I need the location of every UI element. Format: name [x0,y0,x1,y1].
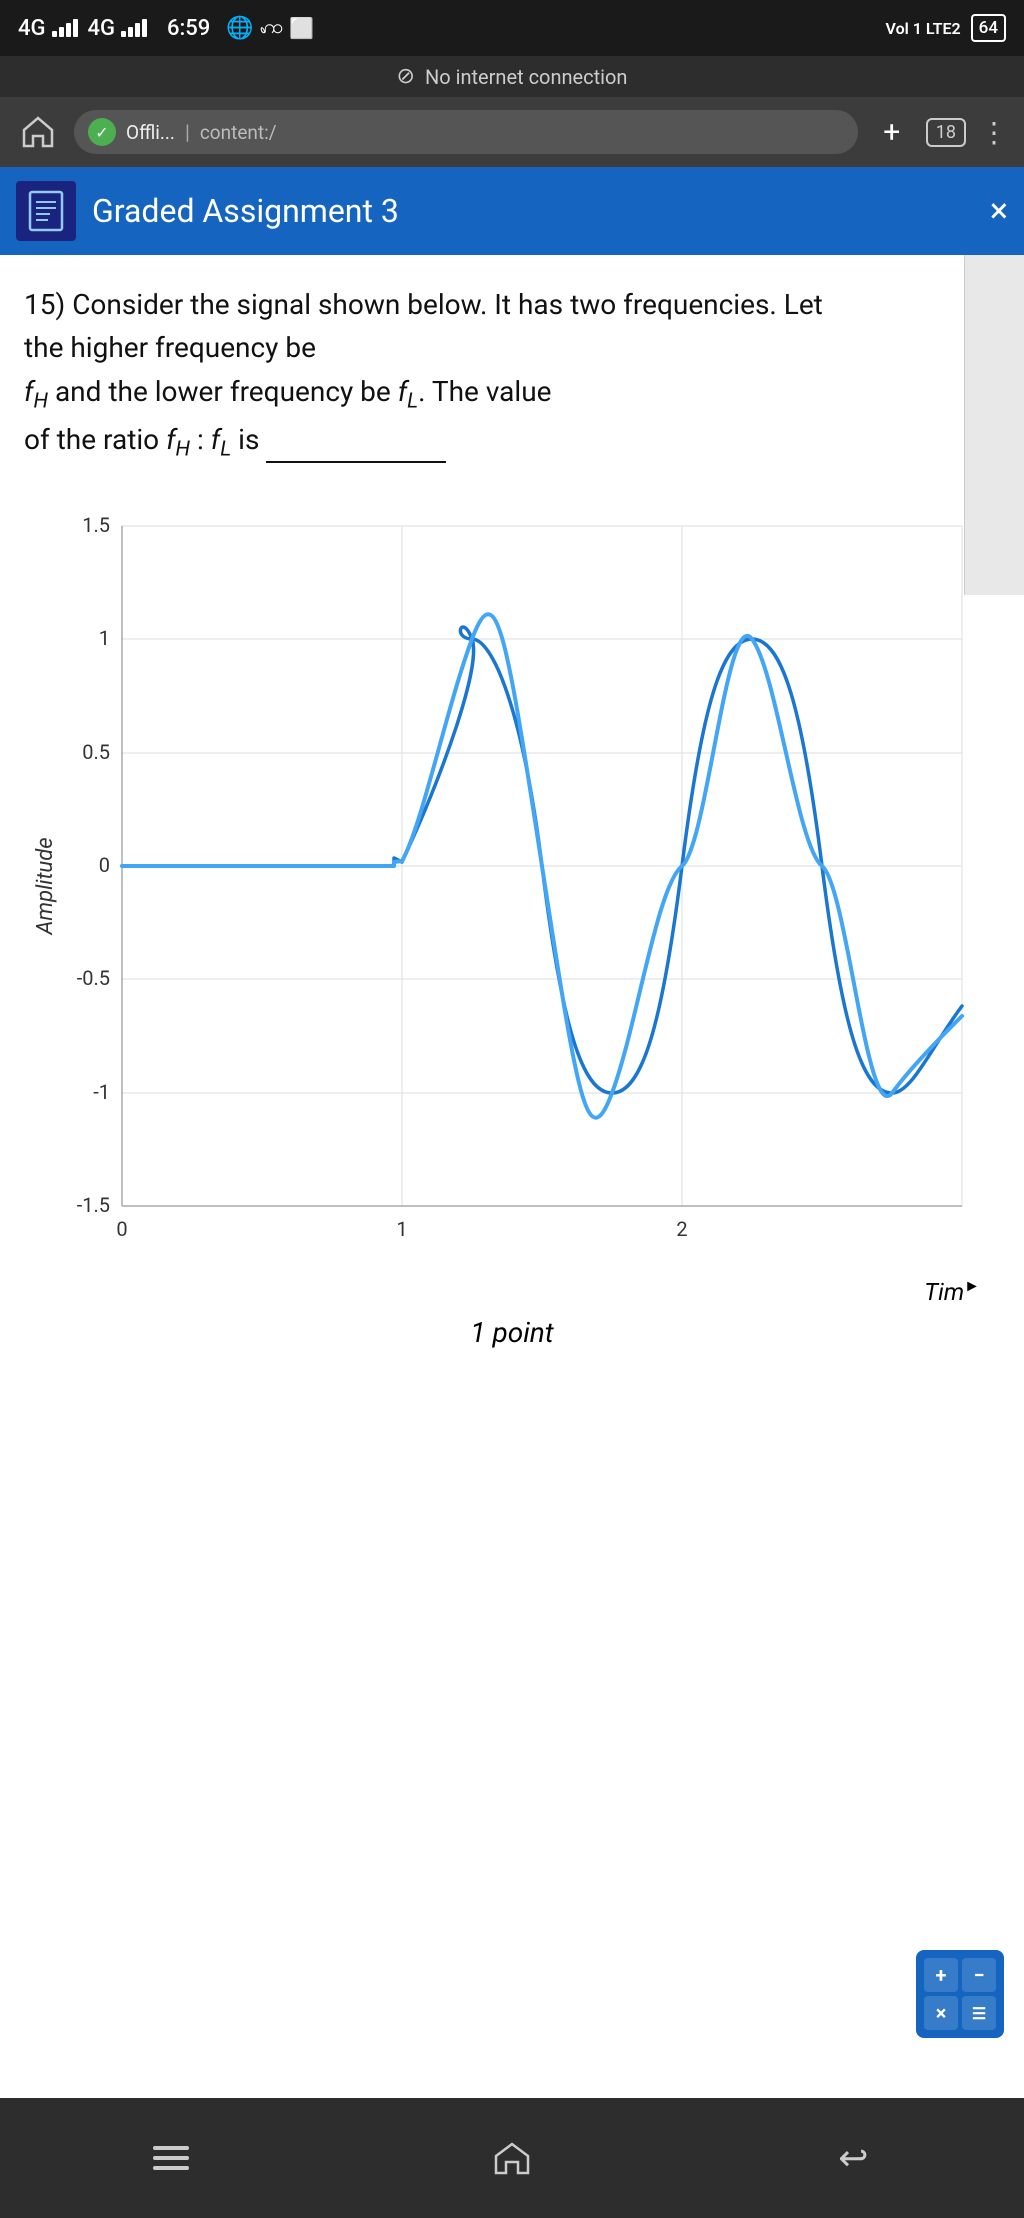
answer-blank [266,461,446,463]
fL-subscript: L [407,389,418,413]
question-text-2: and the lower frequency be [55,375,398,408]
back-arrow-icon: ↩ [838,2137,868,2179]
bottom-navigation: ↩ [0,2098,1024,2218]
question-text-fH-prefix: fH [24,375,55,408]
main-content: 15) Consider the signal shown below. It … [0,255,1024,2155]
hamburger-menu-button[interactable] [121,2128,221,2188]
chart-wrap: Amplitude 1.5 1 0.5 0 -0.5 -1 [32,506,992,1286]
x-tick-2: 2 [676,1217,687,1241]
question-text-3: . The value [418,375,551,408]
y-tick-1: 1 [99,626,110,650]
fL-ratio-subscript: L [220,438,231,462]
new-tab-button[interactable]: + [872,115,912,150]
url-label: content:/ [200,121,277,144]
question-text-3b: of the ratio [24,423,166,456]
home-button[interactable] [462,2128,562,2188]
fH-ratio-symbol: f [166,423,175,456]
signal-chart: Amplitude 1.5 1 0.5 0 -0.5 -1 [32,506,992,1286]
y-axis-label: Amplitude [33,838,58,936]
no-wifi-icon: ⊘ [397,64,415,89]
no-internet-message: No internet connection [425,65,628,89]
screenshot-icon: ⬜ [289,16,314,40]
no-internet-bar: ⊘ No internet connection [0,56,1024,97]
x-tick-1: 1 [396,1217,407,1241]
document-icon [16,181,76,241]
document-title: Graded Assignment 3 [92,192,990,230]
document-header: Graded Assignment 3 × [0,167,1024,255]
calc-plus-button[interactable]: + [924,1958,958,1992]
browser-chrome: ✓ Offli... | content:/ + 18 ⋮ [0,97,1024,167]
time-label: 6:59 [167,16,210,41]
lte-label: Vol 1 LTE2 [886,19,961,38]
calculator-fab[interactable]: + − × ☰ [916,1950,1004,2038]
signal-bars-1 [52,19,78,37]
address-divider: | [185,120,190,144]
home-icon [492,2140,532,2176]
more-menu-button[interactable]: ⋮ [980,116,1008,149]
browser-home-button[interactable] [16,110,60,154]
y-tick-neg0-5: -0.5 [77,966,110,990]
question-text-4: is [238,423,266,456]
nfc-icon: ꩲ [260,13,284,43]
y-tick-neg1: -1 [93,1080,110,1104]
y-tick-0-5: 0.5 [82,740,110,764]
x-tick-0: 0 [116,1217,127,1241]
site-label: Offli... [126,121,175,144]
tabs-count-badge[interactable]: 18 [926,118,966,147]
y-tick-0: 0 [99,853,110,877]
ratio-colon: : [197,423,211,456]
status-bar: 4G 4G 6:59 🌐 ꩲ ⬜ Vol 1 LTE2 64 [0,0,1024,56]
y-tick-neg1-5: -1.5 [77,1193,110,1217]
fL-symbol: f [398,375,407,408]
hamburger-icon [153,2146,189,2170]
one-point-label: 1 point [24,1316,1000,1379]
chart-container: Amplitude 1.5 1 0.5 0 -0.5 -1 [24,506,1000,1286]
point-text: 1 point [470,1316,553,1349]
fH-subscript: H [33,389,48,413]
status-right: Vol 1 LTE2 64 [886,14,1006,42]
fL-ratio-symbol: f [211,423,220,456]
fH-ratio-subscript: H [176,438,191,462]
y-tick-1-5: 1.5 [82,513,110,537]
question-number: 15) [24,288,65,321]
question-text: 15) Consider the signal shown below. It … [24,283,904,466]
secure-icon: ✓ [88,118,116,146]
network2-label: 4G [88,16,116,41]
back-button[interactable]: ↩ [803,2128,903,2188]
battery-indicator: 64 [971,14,1006,42]
close-document-button[interactable]: × [990,191,1008,231]
status-left: 4G 4G 6:59 🌐 ꩲ ⬜ [18,13,314,43]
calc-minus-button[interactable]: − [962,1958,996,1992]
calc-multiply-button[interactable]: × [924,1996,958,2030]
calc-equals-button[interactable]: ☰ [962,1996,996,2030]
network1-label: 4G [18,16,46,41]
address-bar[interactable]: ✓ Offli... | content:/ [74,110,858,154]
signal-bars-2 [121,19,147,37]
question-text-1: Consider the signal shown below. It has … [24,288,823,364]
globe-icon: 🌐 [226,16,253,41]
